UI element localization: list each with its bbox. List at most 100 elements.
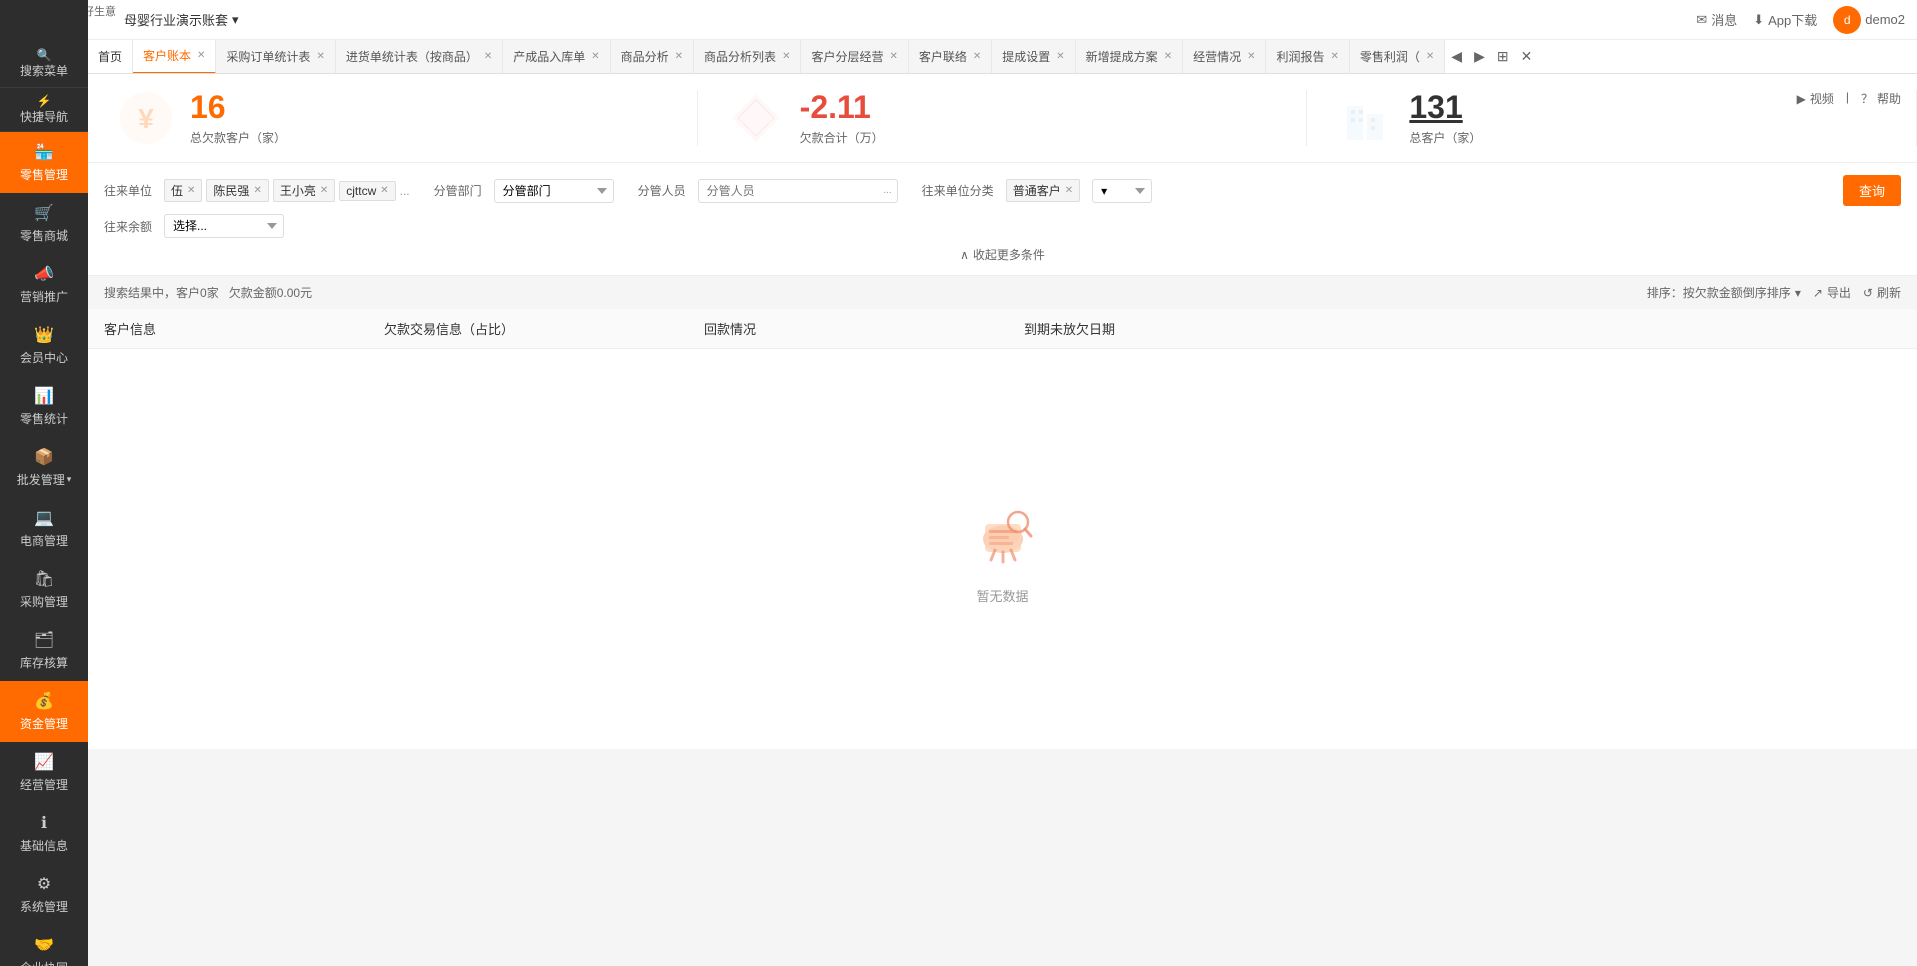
search-info-actions: 排序：按欠款金额倒序排序 ▾ ↗ 导出 ↺ 刷新 xyxy=(1647,284,1901,301)
tabs-close-all-btn[interactable]: ✕ xyxy=(1515,40,1539,74)
unit-tag-3[interactable]: 王小亮 ✕ xyxy=(273,179,335,202)
empty-illustration xyxy=(963,494,1043,574)
remove-unit-tag-3[interactable]: ✕ xyxy=(320,185,328,196)
tab-customer-contact[interactable]: 客户联络 ✕ xyxy=(909,40,992,74)
unit-tag-1[interactable]: 伍 ✕ xyxy=(164,179,202,202)
download-icon: ⬇ xyxy=(1753,12,1764,28)
tab-close-customer-segment[interactable]: ✕ xyxy=(889,51,897,62)
tab-product-inbound[interactable]: 产成品入库单 ✕ xyxy=(503,40,610,74)
basic-info-icon: ℹ xyxy=(41,813,47,833)
tab-close-operation[interactable]: ✕ xyxy=(1247,51,1255,62)
tab-purchase-stats[interactable]: 进货单统计表（按商品） ✕ xyxy=(336,40,503,74)
video-btn[interactable]: ▶ 视频 xyxy=(1797,90,1834,107)
user-menu[interactable]: d demo2 xyxy=(1833,6,1905,34)
col-credit-transactions: 欠款交易信息（占比） xyxy=(384,319,704,338)
tab-close-product-analysis-list[interactable]: ✕ xyxy=(782,51,790,62)
credit-amount-label: 欠款合计（万） xyxy=(800,129,884,146)
balance-filter-select[interactable]: 选择... xyxy=(164,214,284,238)
sidebar-item-retail-mall[interactable]: 🛒 零售商城 xyxy=(0,193,88,254)
tab-operation[interactable]: 经营情况 ✕ xyxy=(1183,40,1266,74)
tabs-next-btn[interactable]: ▶ xyxy=(1468,40,1491,74)
sidebar-item-system[interactable]: ⚙ 系统管理 xyxy=(0,864,88,925)
sidebar-item-purchase[interactable]: 🛍 采购管理 xyxy=(0,559,88,620)
messages-btn[interactable]: ✉ 消息 xyxy=(1696,10,1737,29)
remove-unit-tag-4[interactable]: ✕ xyxy=(380,185,388,196)
sidebar-item-member[interactable]: 👑 会员中心 xyxy=(0,315,88,376)
tab-close-product-inbound[interactable]: ✕ xyxy=(591,51,599,62)
tab-close-retail-profit[interactable]: ✕ xyxy=(1426,51,1434,62)
sidebar-item-operation[interactable]: 📈 经营管理 xyxy=(0,742,88,803)
refresh-button[interactable]: ↺ 刷新 xyxy=(1863,284,1901,301)
tab-close-purchase-order[interactable]: ✕ xyxy=(316,51,324,62)
filter-row-2: 往来余额 选择... xyxy=(104,214,1901,238)
wholesale-icon: 📦 xyxy=(34,447,54,467)
remove-unit-tag-2[interactable]: ✕ xyxy=(253,185,261,196)
tab-accounts[interactable]: 客户账本 ✕ xyxy=(133,40,216,74)
stats-actions: ▶ 视频 | ？ 帮助 xyxy=(1797,90,1901,107)
tab-close-purchase-stats[interactable]: ✕ xyxy=(484,51,492,62)
unit-class-tag-1[interactable]: 普通客户 ✕ xyxy=(1006,179,1080,202)
tabs-prev-btn[interactable]: ◀ xyxy=(1445,40,1468,74)
sidebar-item-inventory[interactable]: 🗂 库存核算 xyxy=(0,620,88,681)
sidebar-item-wholesale[interactable]: 📦 批发管理 ▾ xyxy=(0,437,88,498)
sidebar-item-retail-stats[interactable]: 📊 零售统计 xyxy=(0,376,88,437)
unit-filter-tags: 伍 ✕ 陈民强 ✕ 王小亮 ✕ cjttcw ✕ ... xyxy=(164,179,410,202)
export-icon: ↗ xyxy=(1813,286,1823,300)
tab-profit-report[interactable]: 利润报告 ✕ xyxy=(1266,40,1349,74)
tab-product-analysis[interactable]: 商品分析 ✕ xyxy=(611,40,694,74)
system-icon: ⚙ xyxy=(37,874,51,894)
tabs-expand-btn[interactable]: ⊞ xyxy=(1491,40,1515,74)
tab-promotion-settings[interactable]: 提成设置 ✕ xyxy=(992,40,1075,74)
tab-close-new-scheme[interactable]: ✕ xyxy=(1164,51,1172,62)
person-filter-input[interactable] xyxy=(698,179,898,203)
person-filter-container: ... xyxy=(698,179,898,203)
tab-product-analysis-list[interactable]: 商品分析列表 ✕ xyxy=(694,40,801,74)
unit-tag-4[interactable]: cjttcw ✕ xyxy=(339,181,395,201)
stat-total-credit-amount: -2.11 欠款合计（万） xyxy=(698,90,1308,146)
ecommerce-icon: 💻 xyxy=(34,508,54,528)
sidebar-item-ecommerce[interactable]: 💻 电商管理 xyxy=(0,498,88,559)
unit-tags-more[interactable]: ... xyxy=(400,184,410,198)
diamond-bg-icon xyxy=(728,90,784,146)
sidebar-item-retail[interactable]: 🏪 零售管理 xyxy=(0,132,88,193)
stats-row: ¥ 16 总欠款客户（家） -2.11 欠款合计（万） xyxy=(88,74,1917,163)
tab-close-customer-contact[interactable]: ✕ xyxy=(973,51,981,62)
sidebar-item-search[interactable]: 🔍 搜索菜单 xyxy=(0,40,88,88)
remove-unit-tag-1[interactable]: ✕ xyxy=(187,185,195,196)
query-button[interactable]: 查询 xyxy=(1843,175,1901,206)
tab-close-accounts[interactable]: ✕ xyxy=(197,50,205,61)
retail-mall-icon: 🛒 xyxy=(34,203,54,223)
account-selector[interactable]: 母婴行业演示账套 ▾ xyxy=(124,10,239,29)
tab-close-profit-report[interactable]: ✕ xyxy=(1331,51,1339,62)
tab-new-scheme[interactable]: 新增提成方案 ✕ xyxy=(1076,40,1183,74)
unit-tag-2[interactable]: 陈民强 ✕ xyxy=(206,179,268,202)
app-download-btn[interactable]: ⬇ App下载 xyxy=(1753,10,1817,29)
credit-amount-value: -2.11 xyxy=(800,90,884,125)
inventory-icon: 🗂 xyxy=(34,630,54,650)
tab-home[interactable]: 首页 xyxy=(88,40,133,74)
total-customers-value: 131 xyxy=(1409,90,1481,125)
quick-nav-icon: ⚡ xyxy=(6,94,82,108)
sidebar-item-basic-info[interactable]: ℹ 基础信息 xyxy=(0,803,88,864)
sidebar-item-finance[interactable]: 💰 资金管理 xyxy=(0,681,88,742)
collapse-icon: ∧ xyxy=(960,248,969,262)
stat-total-credit-customers: ¥ 16 总欠款客户（家） xyxy=(88,90,698,146)
tab-close-product-analysis[interactable]: ✕ xyxy=(675,51,683,62)
total-customers-label: 总客户（家） xyxy=(1409,129,1481,146)
sort-button[interactable]: 排序：按欠款金额倒序排序 ▾ xyxy=(1647,284,1801,301)
search-result-info: 搜索结果中，客户0家 欠款金额0.00元 xyxy=(104,284,312,301)
tab-customer-segment[interactable]: 客户分层经营 ✕ xyxy=(801,40,908,74)
tab-close-promotion-settings[interactable]: ✕ xyxy=(1056,51,1064,62)
data-table: 客户信息 欠款交易信息（占比） 回款情况 到期未放欠日期 xyxy=(88,309,1917,749)
export-button[interactable]: ↗ 导出 xyxy=(1813,284,1851,301)
tab-purchase-order[interactable]: 采购订单统计表 ✕ xyxy=(216,40,335,74)
remove-unit-class-tag-1[interactable]: ✕ xyxy=(1065,185,1073,196)
dept-filter-select[interactable]: 分管部门 xyxy=(494,179,614,203)
sidebar-item-quick-nav[interactable]: ⚡ 快捷导航 xyxy=(0,88,88,132)
help-btn[interactable]: ？ 帮助 xyxy=(1861,90,1901,107)
sidebar-item-marketing[interactable]: 📣 营销推广 xyxy=(0,254,88,315)
collapse-btn[interactable]: ∧ 收起更多条件 xyxy=(104,246,1901,263)
unit-class-filter-select[interactable]: ▾ xyxy=(1092,179,1152,203)
sidebar-item-enterprise[interactable]: 🤝 企业协同 xyxy=(0,925,88,966)
tab-retail-profit[interactable]: 零售利润（ ✕ xyxy=(1350,40,1445,74)
